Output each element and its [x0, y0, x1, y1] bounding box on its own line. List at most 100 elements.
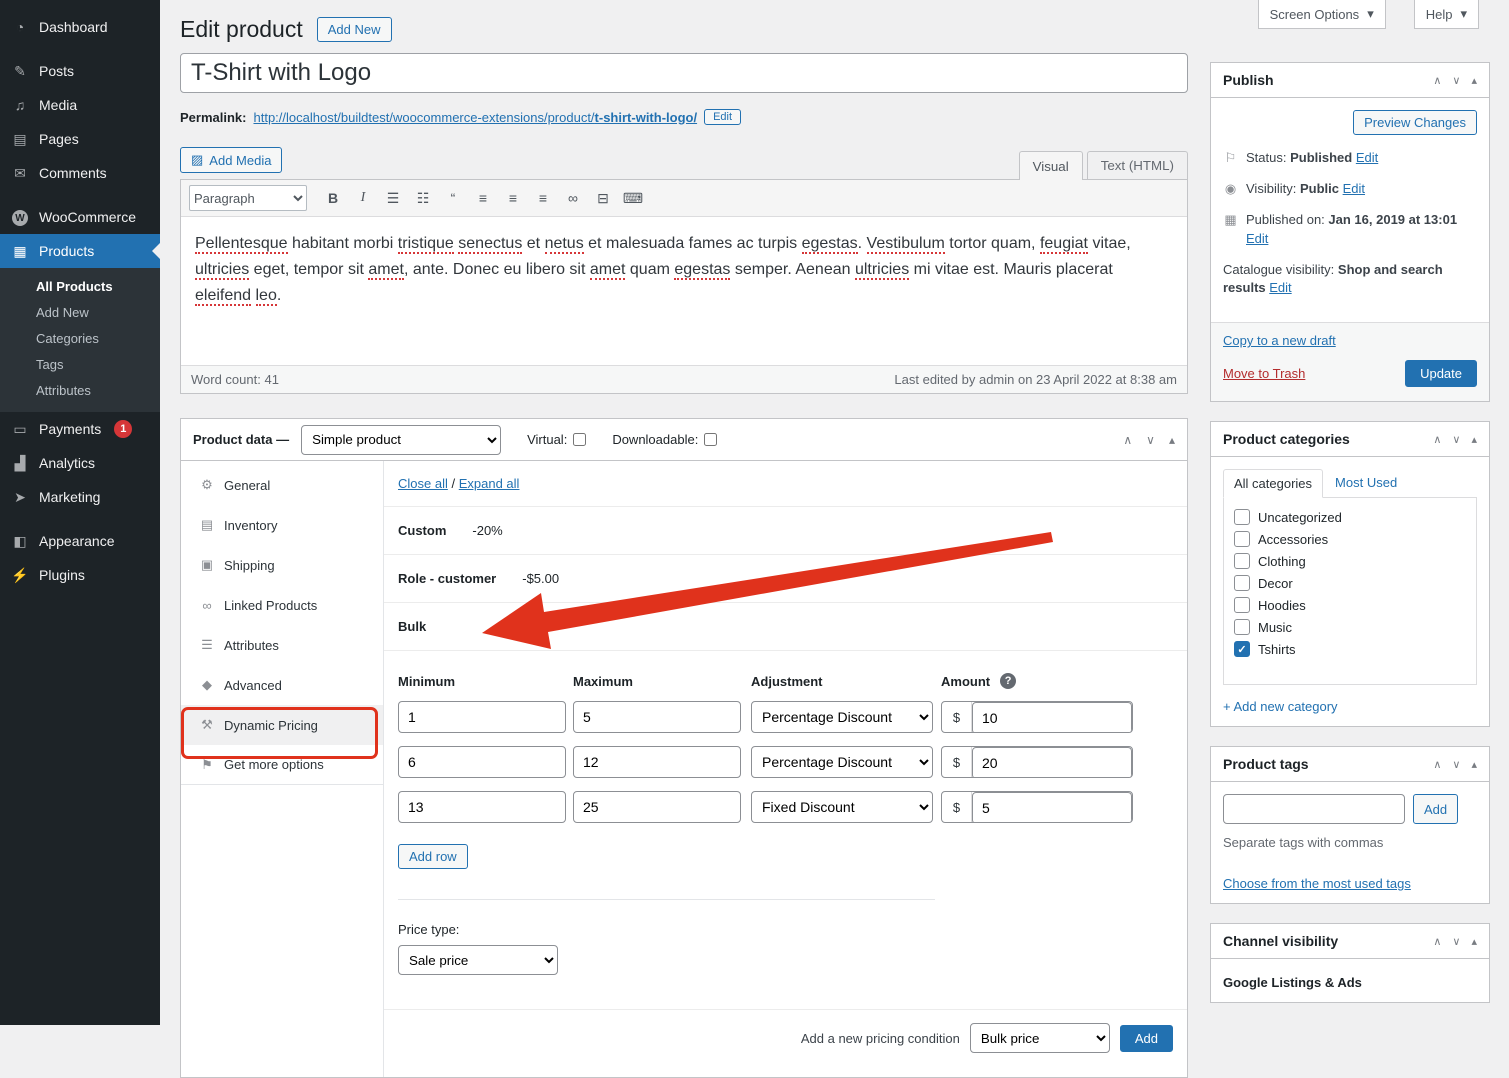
amount-input[interactable]	[972, 747, 1132, 777]
minimum-input[interactable]	[398, 701, 566, 733]
move-down-icon[interactable]: ∨	[1452, 935, 1460, 948]
category-hoodies[interactable]: Hoodies	[1234, 594, 1476, 616]
align-center-button[interactable]: ≡	[499, 185, 527, 211]
preview-changes-button[interactable]: Preview Changes	[1353, 110, 1477, 135]
collapse-toggle-icon[interactable]: ▴	[1471, 758, 1477, 771]
maximum-input[interactable]	[573, 701, 741, 733]
submenu-add-new[interactable]: Add New	[0, 300, 160, 326]
copy-to-draft-link[interactable]: Copy to a new draft	[1223, 333, 1336, 348]
move-up-icon[interactable]: ∧	[1433, 758, 1441, 771]
tab-general[interactable]: ⚙ General	[181, 465, 383, 505]
submenu-tags[interactable]: Tags	[0, 352, 160, 378]
blockquote-button[interactable]: “	[439, 185, 467, 211]
add-condition-button[interactable]: Add	[1119, 1024, 1173, 1052]
checkbox[interactable]	[1234, 597, 1250, 614]
move-down-icon[interactable]: ∨	[1452, 74, 1460, 87]
sidebar-item-media[interactable]: ♫ Media	[0, 88, 160, 122]
bold-button[interactable]: B	[319, 185, 347, 211]
sidebar-item-analytics[interactable]: ▟ Analytics	[0, 446, 160, 480]
tab-attributes[interactable]: ☰ Attributes	[181, 625, 383, 665]
add-row-button[interactable]: Add row	[398, 844, 468, 869]
edit-visibility-link[interactable]: Edit	[1343, 181, 1365, 196]
category-list[interactable]: Uncategorized Accessories Clothing Decor…	[1223, 497, 1477, 686]
sidebar-item-woocommerce[interactable]: W WooCommerce	[0, 200, 160, 234]
add-new-category-link[interactable]: + Add new category	[1223, 699, 1338, 714]
tab-most-used[interactable]: Most Used	[1325, 469, 1407, 498]
add-new-button[interactable]: Add New	[316, 17, 392, 42]
sidebar-item-products[interactable]: ▦ Products	[0, 234, 160, 268]
edit-status-link[interactable]: Edit	[1356, 150, 1378, 165]
checkbox[interactable]	[1234, 641, 1250, 658]
permalink-edit-button[interactable]: Edit	[704, 109, 742, 125]
sidebar-item-pages[interactable]: ▤ Pages	[0, 122, 160, 156]
maximum-input[interactable]	[573, 791, 741, 823]
amount-input[interactable]	[972, 702, 1132, 732]
sidebar-item-plugins[interactable]: ⚡ Plugins	[0, 558, 160, 592]
category-tshirts[interactable]: Tshirts	[1234, 638, 1476, 660]
add-media-button[interactable]: ▨ Add Media	[180, 147, 283, 173]
add-tag-button[interactable]: Add	[1413, 794, 1459, 825]
align-left-button[interactable]: ≡	[469, 185, 497, 211]
adjustment-select[interactable]: Percentage Discount	[751, 746, 933, 778]
collapse-toggle-icon[interactable]: ▴	[1471, 935, 1477, 948]
paragraph-format-select[interactable]: Paragraph	[189, 185, 307, 211]
sidebar-item-dashboard[interactable]: ◔ Dashboard	[0, 10, 160, 44]
adjustment-select[interactable]: Fixed Discount	[751, 791, 933, 823]
italic-button[interactable]: I	[349, 185, 377, 211]
tab-all-categories[interactable]: All categories	[1223, 469, 1324, 499]
permalink-link[interactable]: http://localhost/buildtest/woocommerce-e…	[253, 110, 697, 125]
category-clothing[interactable]: Clothing	[1234, 550, 1476, 572]
sidebar-item-payments[interactable]: ▭ Payments 1	[0, 412, 160, 446]
downloadable-checkbox[interactable]	[704, 433, 718, 446]
move-up-icon[interactable]: ∧	[1433, 935, 1441, 948]
more-tag-button[interactable]: ⊟	[589, 185, 617, 211]
help-icon[interactable]: ?	[1000, 673, 1017, 689]
collapse-toggle-icon[interactable]: ▴	[1169, 433, 1175, 447]
move-down-icon[interactable]: ∨	[1146, 433, 1155, 447]
pricing-rule-bulk[interactable]: Bulk	[384, 603, 1187, 651]
checkbox[interactable]	[1234, 531, 1250, 548]
submenu-categories[interactable]: Categories	[0, 326, 160, 352]
choose-most-used-tags-link[interactable]: Choose from the most used tags	[1223, 876, 1411, 891]
tab-shipping[interactable]: ▣ Shipping	[181, 545, 383, 585]
sidebar-item-appearance[interactable]: ◧ Appearance	[0, 524, 160, 558]
update-button[interactable]: Update	[1405, 360, 1477, 388]
tab-visual[interactable]: Visual	[1018, 151, 1083, 180]
expand-all-link[interactable]: Expand all	[459, 476, 520, 491]
move-down-icon[interactable]: ∨	[1452, 433, 1460, 446]
link-button[interactable]: ∞	[559, 185, 587, 211]
minimum-input[interactable]	[398, 791, 566, 823]
category-music[interactable]: Music	[1234, 616, 1476, 638]
amount-input[interactable]	[972, 792, 1132, 822]
tab-get-more-options[interactable]: ⚑ Get more options	[181, 745, 383, 785]
minimum-input[interactable]	[398, 746, 566, 778]
align-right-button[interactable]: ≡	[529, 185, 557, 211]
tab-inventory[interactable]: ▤ Inventory	[181, 505, 383, 545]
sidebar-item-posts[interactable]: ✎ Posts	[0, 54, 160, 88]
edit-published-link[interactable]: Edit	[1246, 231, 1268, 246]
checkbox[interactable]	[1234, 575, 1250, 592]
sidebar-item-comments[interactable]: ✉ Comments	[0, 156, 160, 190]
numbered-list-button[interactable]: ☷	[409, 185, 437, 211]
editor-content[interactable]: Pellentesque habitant morbi tristique se…	[181, 217, 1187, 365]
condition-type-select[interactable]: Bulk price	[969, 1023, 1110, 1053]
move-up-icon[interactable]: ∧	[1433, 433, 1441, 446]
screen-options-button[interactable]: Screen Options ▾	[1257, 0, 1386, 29]
move-up-icon[interactable]: ∧	[1433, 74, 1441, 87]
keyboard-shortcuts-button[interactable]: ⌨	[619, 185, 647, 211]
close-all-link[interactable]: Close all	[398, 476, 448, 491]
checkbox[interactable]	[1234, 619, 1250, 636]
edit-catalogue-link[interactable]: Edit	[1269, 280, 1291, 295]
virtual-checkbox[interactable]	[573, 433, 587, 446]
tab-dynamic-pricing[interactable]: ⚒ Dynamic Pricing	[181, 705, 383, 745]
category-accessories[interactable]: Accessories	[1234, 528, 1476, 550]
checkbox[interactable]	[1234, 509, 1250, 526]
submenu-attributes[interactable]: Attributes	[0, 378, 160, 404]
pricing-rule-role[interactable]: Role - customer -$5.00	[384, 555, 1187, 603]
adjustment-select[interactable]: Percentage Discount	[751, 701, 933, 733]
sidebar-item-marketing[interactable]: ➤ Marketing	[0, 480, 160, 514]
pricing-rule-custom[interactable]: Custom -20%	[384, 507, 1187, 555]
move-up-icon[interactable]: ∧	[1123, 433, 1132, 447]
tags-input[interactable]	[1223, 794, 1405, 825]
collapse-toggle-icon[interactable]: ▴	[1471, 433, 1477, 446]
